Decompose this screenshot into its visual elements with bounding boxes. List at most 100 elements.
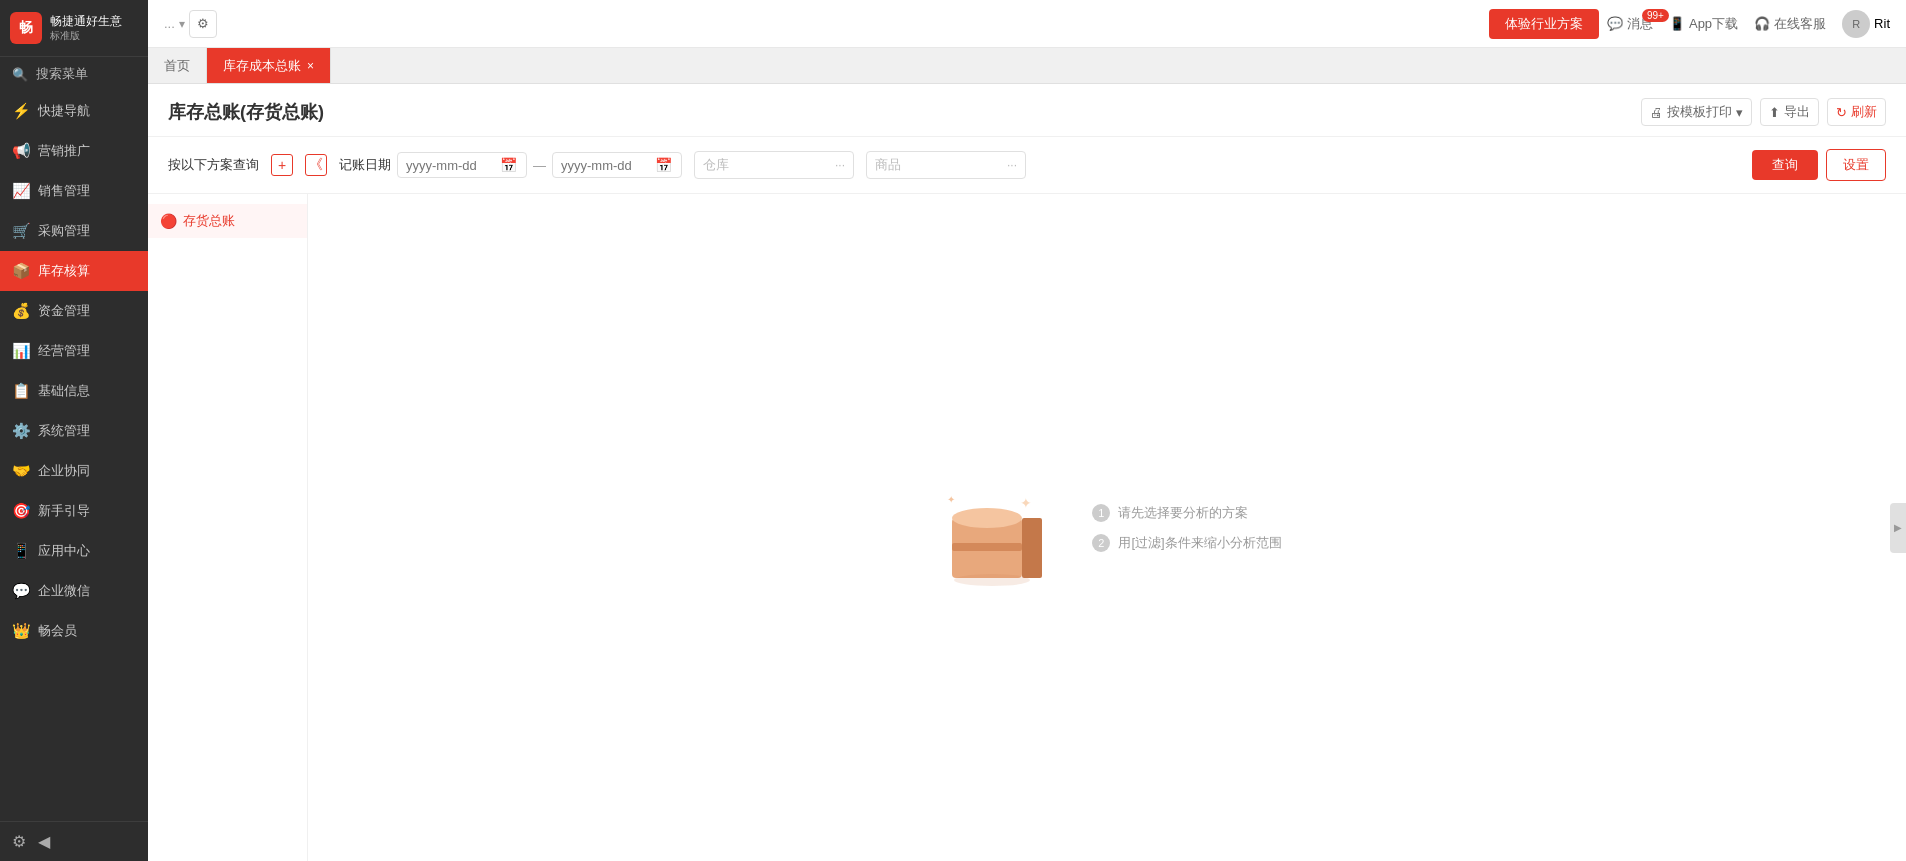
- topbar-right: 💬 消息 99+ 📱 App下载 🎧 在线客服 R Rit: [1607, 10, 1890, 38]
- user-name: Rit: [1874, 16, 1890, 31]
- sidebar-footer: ⚙ ◀: [0, 821, 148, 861]
- product-select[interactable]: 商品 ···: [866, 151, 1026, 179]
- msg-badge: 99+: [1642, 9, 1669, 22]
- date-end-input[interactable]: [561, 158, 651, 173]
- query-btn[interactable]: 查询: [1752, 150, 1818, 180]
- industry-btn[interactable]: 体验行业方案: [1489, 9, 1599, 39]
- sidebar-item-newguide[interactable]: 🎯 新手引导: [0, 491, 148, 531]
- breadcrumb-area: ... ▾ ⚙: [164, 10, 1481, 38]
- hint-text-1: 请先选择要分析的方案: [1118, 504, 1248, 522]
- calendar-start-icon[interactable]: 📅: [500, 157, 517, 173]
- collapse-footer-icon[interactable]: ◀: [38, 832, 50, 851]
- main-area: ... ▾ ⚙ 体验行业方案 💬 消息 99+ 📱 App下载 🎧 在线客服: [148, 0, 1906, 861]
- nav-label-appcenter: 应用中心: [38, 542, 90, 560]
- sidebar-item-sales[interactable]: 📈 销售管理: [0, 171, 148, 211]
- tab-close-inventory-ledger[interactable]: ×: [307, 59, 314, 73]
- nav-label-sales: 销售管理: [38, 182, 90, 200]
- topbar-service[interactable]: 🎧 在线客服: [1754, 15, 1826, 33]
- filter-collapse-btn[interactable]: 《: [305, 154, 327, 176]
- filter-label: 按以下方案查询: [168, 156, 259, 174]
- scheme-sidebar: 🔴 存货总账: [148, 194, 308, 861]
- sidebar-item-purchase[interactable]: 🛒 采购管理: [0, 211, 148, 251]
- sidebar-item-finance[interactable]: 💰 资金管理: [0, 291, 148, 331]
- breadcrumb-text: ...: [164, 16, 175, 31]
- sidebar-item-enterprise[interactable]: 🤝 企业协同: [0, 451, 148, 491]
- date-range: 记账日期 📅 — 📅: [339, 152, 682, 178]
- empty-hints: 1 请先选择要分析的方案 2 用[过滤]条件来缩小分析范围: [1092, 504, 1281, 552]
- service-label: 在线客服: [1774, 15, 1826, 33]
- search-icon: 🔍: [12, 67, 28, 82]
- page-title: 库存总账(存货总账): [168, 100, 324, 124]
- tab-inventory-ledger[interactable]: 库存成本总账 ×: [207, 48, 331, 83]
- breadcrumb-dropdown-icon[interactable]: ▾: [179, 17, 185, 31]
- nav-icon-quick-nav: ⚡: [12, 102, 30, 120]
- sidebar-item-operation[interactable]: 📊 经营管理: [0, 331, 148, 371]
- sidebar-item-wechat[interactable]: 💬 企业微信: [0, 571, 148, 611]
- nav-label-inventory: 库存核算: [38, 262, 90, 280]
- content-body: 🔴 存货总账: [148, 194, 1906, 861]
- export-btn[interactable]: ⬆ 导出: [1760, 98, 1819, 126]
- scheme-item-inventory-general[interactable]: 🔴 存货总账: [148, 204, 307, 238]
- warehouse-select[interactable]: 仓库 ···: [694, 151, 854, 179]
- scheme-label-inventory-general: 存货总账: [183, 212, 235, 230]
- date-start-wrap: 📅: [397, 152, 527, 178]
- page-header-actions: 🖨 按模板打印 ▾ ⬆ 导出 ↻ 刷新: [1641, 98, 1886, 126]
- nav-label-system: 系统管理: [38, 422, 90, 440]
- nav-icon-sales: 📈: [12, 182, 30, 200]
- sidebar-item-member[interactable]: 👑 畅会员: [0, 611, 148, 651]
- sidebar-item-basic[interactable]: 📋 基础信息: [0, 371, 148, 411]
- sidebar-item-quick-nav[interactable]: ⚡ 快捷导航: [0, 91, 148, 131]
- nav-icon-purchase: 🛒: [12, 222, 30, 240]
- topbar: ... ▾ ⚙ 体验行业方案 💬 消息 99+ 📱 App下载 🎧 在线客服: [148, 0, 1906, 48]
- nav-icon-enterprise: 🤝: [12, 462, 30, 480]
- nav-label-newguide: 新手引导: [38, 502, 90, 520]
- logo-text-block: 畅捷通好生意 标准版: [50, 13, 122, 44]
- filter-add-btn[interactable]: +: [271, 154, 293, 176]
- app-label: App下载: [1689, 15, 1738, 33]
- box-top-face: [952, 508, 1022, 528]
- refresh-label: 刷新: [1851, 103, 1877, 121]
- topbar-app[interactable]: 📱 App下载: [1669, 15, 1738, 33]
- refresh-btn[interactable]: ↻ 刷新: [1827, 98, 1886, 126]
- nav-icon-wechat: 💬: [12, 582, 30, 600]
- print-btn[interactable]: 🖨 按模板打印 ▾: [1641, 98, 1752, 126]
- logo-subtitle: 标准版: [50, 29, 122, 43]
- logo-title: 畅捷通好生意: [50, 13, 122, 30]
- date-start-input[interactable]: [406, 158, 496, 173]
- right-panel-toggle[interactable]: ▶: [1890, 503, 1906, 553]
- headset-icon: 🎧: [1754, 16, 1770, 31]
- nav-icon-basic: 📋: [12, 382, 30, 400]
- sidebar-item-appcenter[interactable]: 📱 应用中心: [0, 531, 148, 571]
- gear-icon: ⚙: [197, 16, 209, 31]
- sidebar-item-marketing[interactable]: 📢 营销推广: [0, 131, 148, 171]
- topbar-msg[interactable]: 💬 消息 99+: [1607, 15, 1653, 33]
- filter-right: 查询 设置: [1752, 149, 1886, 181]
- warehouse-more-icon: ···: [835, 158, 845, 172]
- export-label: 导出: [1784, 103, 1810, 121]
- topbar-user[interactable]: R Rit: [1842, 10, 1890, 38]
- filter-settings-btn[interactable]: 设置: [1826, 149, 1886, 181]
- sidebar-item-inventory[interactable]: 📦 库存核算: [0, 251, 148, 291]
- nav-icon-marketing: 📢: [12, 142, 30, 160]
- sidebar-item-system[interactable]: ⚙️ 系统管理: [0, 411, 148, 451]
- star-deco2: ✦: [947, 494, 955, 505]
- settings-footer-icon[interactable]: ⚙: [12, 832, 26, 851]
- nav-label-wechat: 企业微信: [38, 582, 90, 600]
- nav-icon-appcenter: 📱: [12, 542, 30, 560]
- nav-label-finance: 资金管理: [38, 302, 90, 320]
- calendar-end-icon[interactable]: 📅: [655, 157, 672, 173]
- empty-state: ✦ ✦ 1 请先选择要分析的方案 2 用[过滤]条件来缩小分析范围: [308, 194, 1906, 861]
- tabbar: 首页库存成本总账 ×: [148, 48, 1906, 84]
- box-right-side: [1022, 518, 1042, 578]
- tab-label-inventory-ledger: 库存成本总账: [223, 57, 301, 75]
- hint-text-2: 用[过滤]条件来缩小分析范围: [1118, 534, 1281, 552]
- nav-icon-operation: 📊: [12, 342, 30, 360]
- hint-num-2: 2: [1092, 534, 1110, 552]
- topbar-settings-btn[interactable]: ⚙: [189, 10, 217, 38]
- hint-item-1: 1 请先选择要分析的方案: [1092, 504, 1281, 522]
- nav-label-operation: 经营管理: [38, 342, 90, 360]
- sidebar-search[interactable]: 🔍 搜索菜单: [0, 57, 148, 91]
- tab-home[interactable]: 首页: [148, 48, 207, 83]
- empty-svg: ✦ ✦: [932, 468, 1052, 588]
- nav-label-enterprise: 企业协同: [38, 462, 90, 480]
